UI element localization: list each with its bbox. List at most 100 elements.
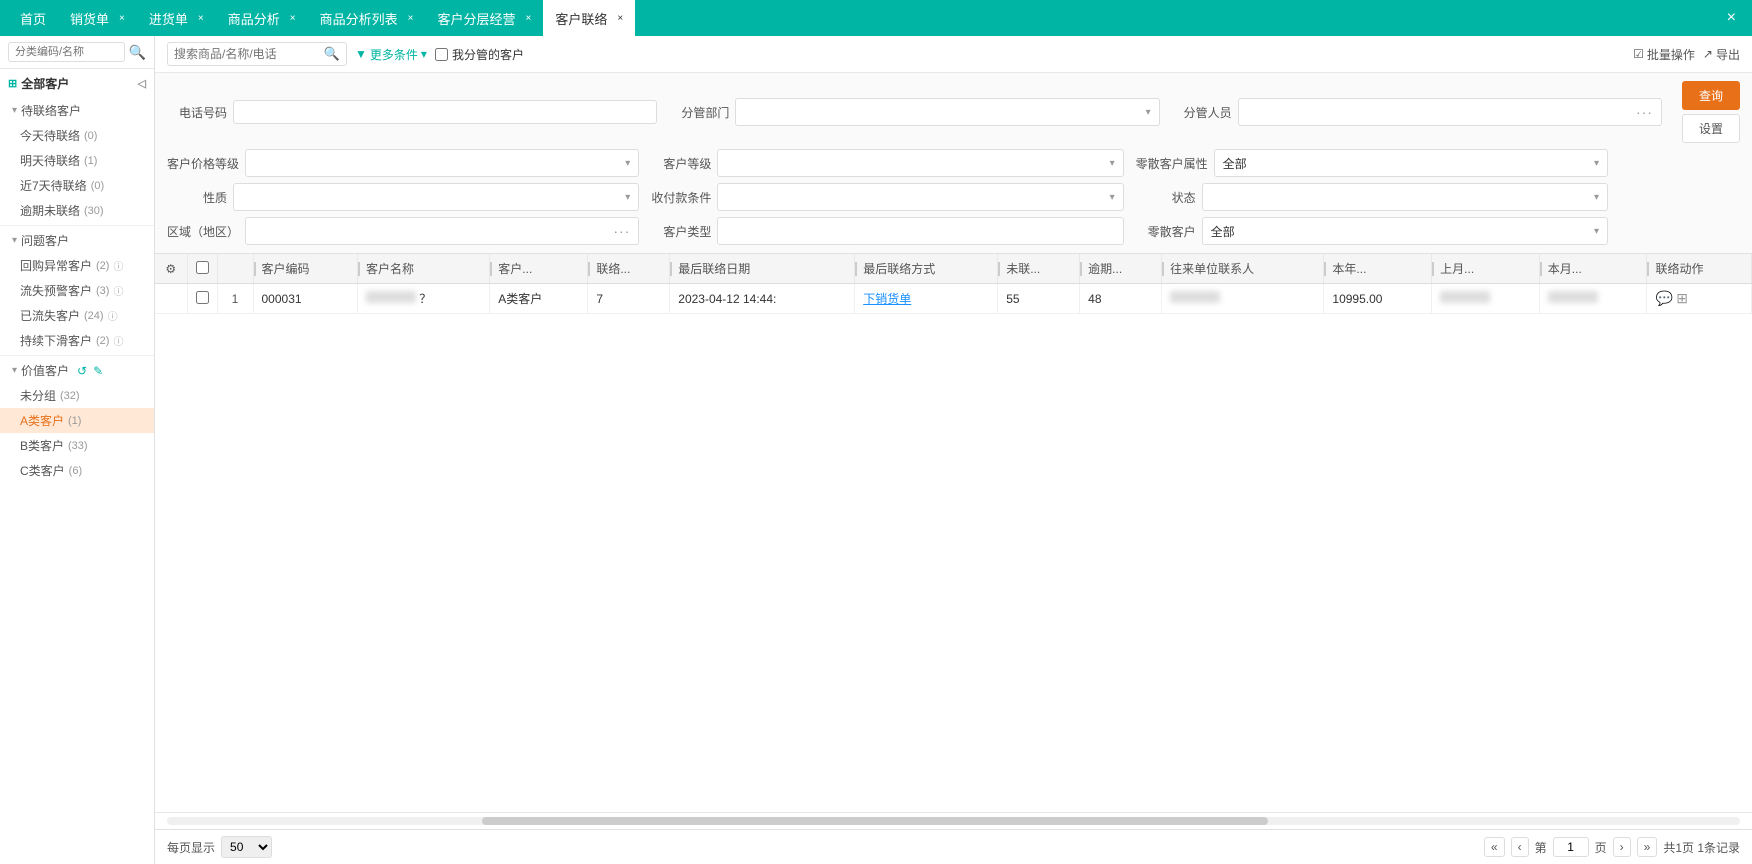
col-type[interactable]: 客户... xyxy=(490,254,588,284)
sidebar-item-repurchase-abnormal[interactable]: 回购异常客户 (2) ⓘ xyxy=(0,253,154,278)
prev-page-button[interactable]: ‹ xyxy=(1511,837,1529,857)
nav-tab-customer-contact[interactable]: 客户联络 × xyxy=(543,0,635,36)
col-unit-contact[interactable]: 往来单位联系人 xyxy=(1162,254,1324,284)
col-not-contact[interactable]: 未联... xyxy=(998,254,1080,284)
col-last-month[interactable]: 上月... xyxy=(1432,254,1540,284)
sidebar-item-today-pending[interactable]: 今天待联络 (0) xyxy=(0,123,154,148)
col-this-year[interactable]: 本年... xyxy=(1324,254,1432,284)
first-page-button[interactable]: « xyxy=(1484,837,1505,857)
sidebar-item-unclassified[interactable]: 未分组 (32) xyxy=(0,383,154,408)
col-this-month[interactable]: 本月... xyxy=(1539,254,1647,284)
problem-arrow-icon: ▾ xyxy=(12,235,17,246)
sidebar-search-input[interactable] xyxy=(8,42,125,62)
customer-segment-tab-close[interactable]: × xyxy=(525,13,531,24)
declining-info-icon[interactable]: ⓘ xyxy=(113,333,123,348)
churned-info-icon[interactable]: ⓘ xyxy=(108,308,118,323)
churn-warning-info-icon[interactable]: ⓘ xyxy=(113,283,123,298)
phone-input[interactable] xyxy=(233,100,657,124)
sidebar-search-button[interactable]: 🔍 xyxy=(129,44,146,61)
tomorrow-pending-count: (1) xyxy=(84,155,97,167)
pending-group-header[interactable]: ▾ 待联络客户 xyxy=(0,98,154,123)
select-all-checkbox[interactable] xyxy=(196,261,209,274)
col-action[interactable]: 联络动作 xyxy=(1647,254,1752,284)
goods-analysis-tab-close[interactable]: × xyxy=(290,13,296,24)
col-last-date[interactable]: 最后联络日期 xyxy=(670,254,855,284)
retail-attr-select[interactable]: 全部 ▾ xyxy=(1214,149,1608,177)
region-select[interactable]: ··· xyxy=(245,217,639,245)
col-gear[interactable]: ⚙ xyxy=(155,254,187,284)
customer-type-select[interactable] xyxy=(717,217,1123,245)
sidebar-item-tomorrow-pending[interactable]: 明天待联络 (1) xyxy=(0,148,154,173)
sidebar-item-overdue-contact[interactable]: 逾期未联络 (30) xyxy=(0,198,154,223)
col-name[interactable]: 客户名称 xyxy=(357,254,489,284)
all-customers-header[interactable]: ⊞ 全部客户 ◁ xyxy=(0,69,154,98)
filter-search-icon[interactable]: 🔍 xyxy=(324,46,340,62)
horizontal-scrollbar-thumb[interactable] xyxy=(482,817,1269,825)
col-code[interactable]: 客户编码 xyxy=(253,254,357,284)
page-size-select[interactable]: 50 20 100 xyxy=(221,836,272,858)
sidebar-item-class-b[interactable]: B类客户 (33) xyxy=(0,433,154,458)
dept-select[interactable]: ▾ xyxy=(735,98,1159,126)
query-button[interactable]: 查询 xyxy=(1682,81,1740,110)
nav-tab-customer-segment[interactable]: 客户分层经营 × xyxy=(425,0,543,36)
last-page-button[interactable]: » xyxy=(1637,837,1658,857)
col-last-method[interactable]: 最后联络方式 xyxy=(855,254,998,284)
row-action-link-icon[interactable]: ⊞ xyxy=(1676,290,1688,306)
export-button[interactable]: ↗ 导出 xyxy=(1703,46,1740,63)
sidebar-item-class-c[interactable]: C类客户 (6) xyxy=(0,458,154,483)
purchase-tab-close[interactable]: × xyxy=(198,13,204,24)
filter-search-input[interactable] xyxy=(174,47,320,61)
sidebar-item-churn-warning[interactable]: 流失预警客户 (3) ⓘ xyxy=(0,278,154,303)
customer-contact-tab-label: 客户联络 xyxy=(555,9,607,28)
main-layout: 🔍 ⊞ 全部客户 ◁ ▾ 待联络客户 今天待联络 (0) 明天待联络 (1) 近… xyxy=(0,36,1752,864)
filter-row-3: 性质 ▾ 收付款条件 ▾ 状态 xyxy=(167,183,1740,211)
pending-group-label: 待联络客户 xyxy=(21,102,81,119)
my-customers-checkbox-container[interactable]: 我分管的客户 xyxy=(435,46,524,63)
col-overdue[interactable]: 逾期... xyxy=(1080,254,1162,284)
row-check[interactable] xyxy=(187,284,217,314)
sidebar-item-class-a[interactable]: A类客户 (1) xyxy=(0,408,154,433)
payment-select[interactable]: ▾ xyxy=(717,183,1123,211)
nav-tab-goods-analysis-list[interactable]: 商品分析列表 × xyxy=(308,0,426,36)
settings-button[interactable]: 设置 xyxy=(1682,114,1740,143)
price-level-select[interactable]: ▾ xyxy=(245,149,639,177)
retail-customer-arrow-icon: ▾ xyxy=(1594,226,1599,237)
nav-tab-goods-analysis[interactable]: 商品分析 × xyxy=(216,0,308,36)
sidebar-item-churned[interactable]: 已流失客户 (24) ⓘ xyxy=(0,303,154,328)
repurchase-abnormal-info-icon[interactable]: ⓘ xyxy=(113,258,123,273)
goods-analysis-list-tab-close[interactable]: × xyxy=(408,13,414,24)
value-group-refresh-icon[interactable]: ↺ xyxy=(77,364,87,378)
retail-customer-select[interactable]: 全部 ▾ xyxy=(1202,217,1608,245)
value-group-edit-icon[interactable]: ✎ xyxy=(93,364,103,378)
row-name-blurred xyxy=(366,291,416,303)
row-checkbox[interactable] xyxy=(196,291,209,304)
unclassified-count: (32) xyxy=(60,390,80,402)
nav-tab-purchase[interactable]: 进货单 × xyxy=(137,0,216,36)
close-all-tabs-button[interactable]: × xyxy=(1719,9,1744,27)
next-page-button[interactable]: › xyxy=(1613,837,1631,857)
batch-op-button[interactable]: ☑ 批量操作 xyxy=(1633,46,1695,63)
sidebar-item-7day-pending[interactable]: 近7天待联络 (0) xyxy=(0,173,154,198)
manager-select[interactable]: ··· xyxy=(1238,98,1662,126)
class-c-label: C类客户 xyxy=(20,462,65,479)
my-customers-checkbox[interactable] xyxy=(435,48,448,61)
row-action-chat-icon[interactable]: 💬 xyxy=(1655,290,1672,306)
col-contact[interactable]: 联络... xyxy=(588,254,670,284)
more-filters-button[interactable]: ▼ 更多条件 ▾ xyxy=(355,46,427,63)
nav-tab-home[interactable]: 首页 xyxy=(8,0,58,36)
col-check[interactable] xyxy=(187,254,217,284)
collapse-sidebar-button[interactable]: ◁ xyxy=(138,77,146,90)
customer-contact-tab-close[interactable]: × xyxy=(617,13,623,24)
problem-group-header[interactable]: ▾ 问题客户 xyxy=(0,228,154,253)
row-last-method-link[interactable]: 下销货单 xyxy=(863,292,911,306)
page-number-input[interactable] xyxy=(1553,837,1589,857)
customer-level-select[interactable]: ▾ xyxy=(717,149,1123,177)
nav-tab-sales[interactable]: 销货单 × xyxy=(58,0,137,36)
status-select[interactable]: ▾ xyxy=(1202,183,1608,211)
sidebar-item-declining[interactable]: 持续下滑客户 (2) ⓘ xyxy=(0,328,154,353)
nature-select[interactable]: ▾ xyxy=(233,183,639,211)
sidebar-divider-1 xyxy=(0,225,154,226)
value-group-header[interactable]: ▾ 价值客户 ↺ ✎ xyxy=(0,358,154,383)
horizontal-scrollbar-track[interactable] xyxy=(167,817,1740,825)
sales-tab-close[interactable]: × xyxy=(119,13,125,24)
